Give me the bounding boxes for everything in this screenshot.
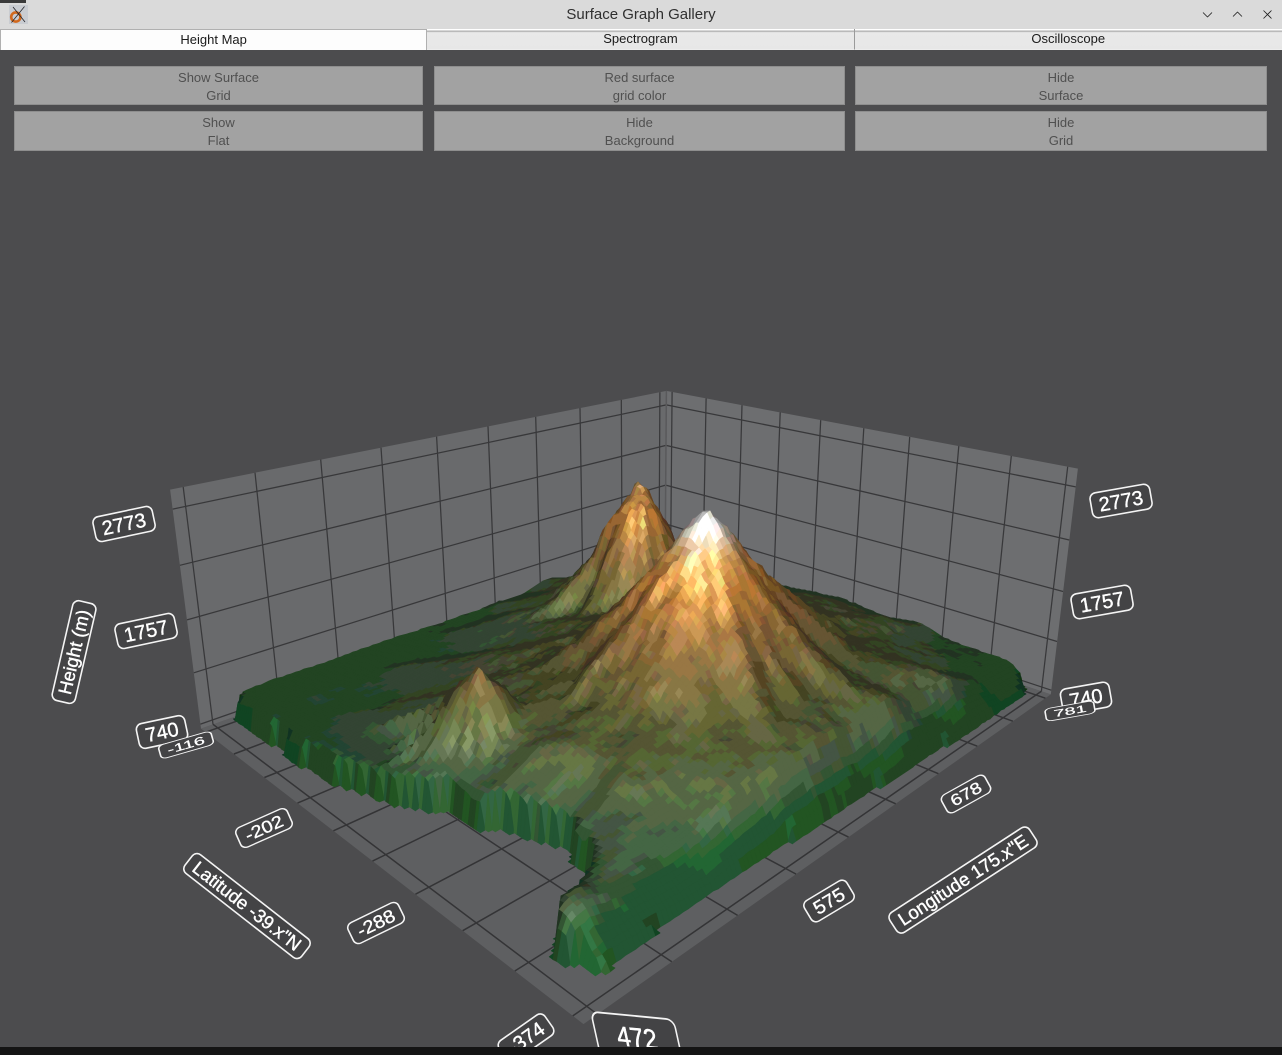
svg-text:Longitude 175.x"E: Longitude 175.x"E	[894, 830, 1032, 930]
svg-text:Latitude -39.x"N: Latitude -39.x"N	[189, 857, 306, 955]
svg-text:Height (m): Height (m)	[54, 608, 94, 697]
